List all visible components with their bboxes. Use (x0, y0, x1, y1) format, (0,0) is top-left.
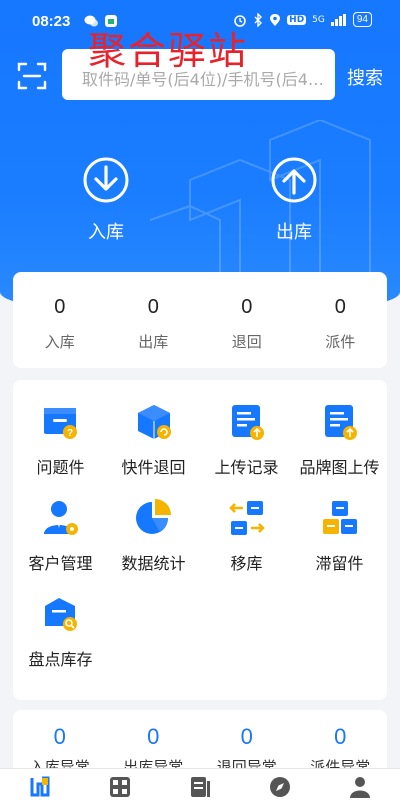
status-time: 08:23 (32, 13, 71, 30)
stat-returned[interactable]: 0 退回 (200, 272, 294, 368)
profile-tab-icon[interactable] (348, 775, 372, 799)
stat-value: 0 (54, 296, 66, 318)
menu-item-label: 滞留件 (315, 554, 364, 573)
inbound-label: 入库 (88, 222, 124, 243)
stranded-parcel-icon (322, 501, 357, 534)
records-tab-icon[interactable] (188, 775, 212, 799)
stat-value: 0 (240, 724, 253, 749)
menu-item-label: 盘点库存 (28, 650, 93, 669)
stat-label: 退回 (231, 333, 262, 351)
stat-outbound[interactable]: 0 出库 (107, 272, 201, 368)
menu-item-label: 数据统计 (121, 554, 186, 573)
menu-item-label: 品牌图上传 (299, 458, 380, 477)
menu-item-label: 上传记录 (214, 458, 279, 477)
overlay-title: 聚合驿站 (88, 29, 249, 73)
inbound-button[interactable]: 入库 (66, 156, 146, 244)
scan-icon[interactable] (16, 60, 48, 92)
menu-item-upload-record[interactable]: 上传记录 (200, 402, 293, 478)
stat-value: 0 (241, 296, 253, 318)
stat-value: 0 (147, 296, 159, 318)
stat-value: 0 (334, 724, 347, 749)
menu-item-inventory[interactable]: 盘点库存 (14, 594, 107, 670)
menu-item-stranded[interactable]: 滞留件 (293, 498, 386, 574)
menu-item-return[interactable]: 快件退回 (107, 402, 200, 478)
apps-tab-icon[interactable] (108, 775, 132, 799)
menu-item-statistics[interactable]: 数据统计 (107, 498, 200, 574)
stat-label: 派件 (325, 333, 356, 351)
stat-value: 0 (147, 724, 160, 749)
menu-item-label: 问题件 (36, 458, 85, 477)
menu-item-label: 快件退回 (121, 458, 186, 477)
inventory-check-icon (44, 598, 77, 631)
stat-value: 0 (334, 296, 346, 318)
function-menu-card: ? 问题件 快件退回 上传记录 品牌图上传 客户管理 数据统计 移库 滞留件 盘… (13, 380, 387, 700)
customer-management-icon (43, 501, 78, 535)
outbound-label: 出库 (276, 222, 312, 243)
menu-item-label: 移库 (230, 554, 263, 573)
discover-tab-icon[interactable] (268, 775, 292, 799)
upload-record-icon (231, 405, 264, 440)
menu-item-label: 客户管理 (28, 554, 93, 573)
bottom-tab-bar (0, 768, 400, 804)
stat-dispatch[interactable]: 0 派件 (294, 272, 388, 368)
arrow-down-circle-icon (83, 157, 129, 203)
pie-chart-icon (135, 499, 171, 534)
location-icon (270, 13, 281, 26)
hd-badge: HD (287, 14, 307, 25)
menu-item-brand-upload[interactable]: 品牌图上传 (293, 402, 386, 478)
summary-stats-card: 0 入库 0 出库 0 退回 0 派件 (13, 272, 387, 368)
stat-label: 出库 (138, 333, 169, 351)
parcel-return-icon (137, 405, 171, 439)
bluetooth-icon (254, 12, 263, 27)
search-button[interactable]: 搜索 (347, 64, 383, 90)
transfer-icon (228, 501, 265, 535)
stat-label: 入库 (44, 333, 75, 351)
svg-text:?: ? (66, 428, 72, 439)
home-tab-icon[interactable] (28, 775, 52, 799)
menu-item-transfer[interactable]: 移库 (200, 498, 293, 574)
stat-value: 0 (53, 724, 66, 749)
outbound-button[interactable]: 出库 (254, 156, 334, 244)
signal-icon (330, 13, 346, 26)
menu-item-problem[interactable]: ? 问题件 (14, 402, 107, 478)
menu-item-customer[interactable]: 客户管理 (14, 498, 107, 574)
stat-inbound[interactable]: 0 入库 (13, 272, 107, 368)
problem-parcel-icon: ? (43, 408, 77, 439)
arrow-up-circle-icon (271, 157, 317, 203)
battery-level: 94 (352, 12, 372, 27)
network-type: 5G (312, 14, 325, 25)
brand-image-upload-icon (324, 405, 357, 440)
